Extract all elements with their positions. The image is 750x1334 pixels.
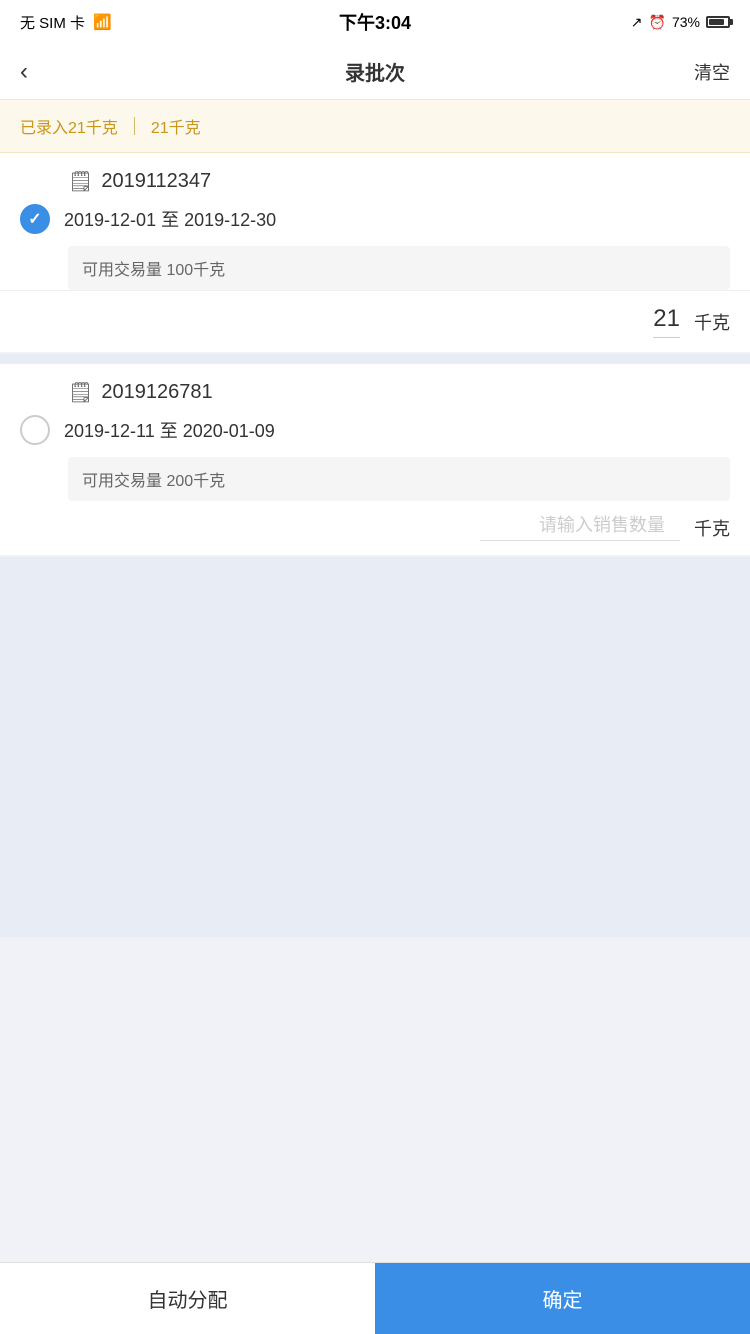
batch2-radio[interactable] [20, 415, 50, 445]
battery-icon [706, 16, 730, 28]
batch2-card: 🗒 2019126781 2019-12-11 至 2020-01-09 可用交… [0, 364, 750, 555]
batch1-available: 可用交易量 100千克 [68, 246, 730, 290]
total-label: 21千克 [151, 114, 201, 138]
info-banner: 已录入21千克 21千克 [0, 100, 750, 153]
batch2-id: 2019126781 [101, 381, 212, 404]
page-title: 录批次 [345, 57, 405, 86]
batch1-inner: 🗒 2019112347 2019-12-01 至 2019-12-30 可用交… [0, 153, 750, 290]
batch1-amount-row: 21 千克 [0, 290, 750, 352]
separator1 [0, 354, 750, 364]
batch2-date: 2019-12-11 至 2020-01-09 [64, 417, 275, 443]
batch2-icon: 🗒 [68, 380, 93, 405]
clear-button[interactable]: 清空 [694, 59, 730, 85]
batch2-date-row[interactable]: 2019-12-11 至 2020-01-09 [20, 415, 730, 445]
batch2-inner: 🗒 2019126781 2019-12-11 至 2020-01-09 可用交… [0, 364, 750, 501]
carrier-label: 无 SIM 卡 [20, 12, 85, 33]
batch1-unit: 千克 [694, 309, 730, 335]
batch1-id-row: 🗒 2019112347 [20, 169, 730, 194]
batch1-icon: 🗒 [68, 169, 93, 194]
confirm-button[interactable]: 确定 [375, 1263, 750, 1334]
auto-distribute-button[interactable]: 自动分配 [0, 1263, 375, 1334]
status-bar-left: 无 SIM 卡 📶 [20, 12, 112, 33]
back-button[interactable]: ‹ [20, 58, 60, 86]
status-bar-right: ↗ ⏰ 73% [631, 14, 730, 31]
bottom-bar: 自动分配 确定 [0, 1262, 750, 1334]
batch2-qty-input[interactable] [480, 515, 680, 541]
batch2-id-row: 🗒 2019126781 [20, 380, 730, 405]
location-icon: ↗ [631, 14, 643, 31]
batch2-input-row[interactable]: 千克 [0, 501, 750, 555]
alarm-icon: ⏰ [649, 14, 666, 31]
batch1-card: 🗒 2019112347 2019-12-01 至 2019-12-30 可用交… [0, 153, 750, 352]
gray-area [0, 557, 750, 937]
battery-percent: 73% [672, 14, 700, 30]
status-bar: 无 SIM 卡 📶 下午3:04 ↗ ⏰ 73% [0, 0, 750, 44]
recorded-label: 已录入21千克 [20, 114, 118, 138]
info-divider [134, 117, 135, 135]
batch1-id: 2019112347 [101, 170, 211, 193]
nav-bar: ‹ 录批次 清空 [0, 44, 750, 100]
batch2-available: 可用交易量 200千克 [68, 457, 730, 501]
batch1-radio[interactable] [20, 204, 50, 234]
batch1-date-row[interactable]: 2019-12-01 至 2019-12-30 [20, 204, 730, 234]
wifi-icon: 📶 [93, 13, 112, 31]
batch1-amount: 21 [653, 305, 680, 338]
status-bar-time: 下午3:04 [339, 9, 411, 35]
batch2-unit: 千克 [694, 515, 730, 541]
batch1-date: 2019-12-01 至 2019-12-30 [64, 206, 276, 232]
